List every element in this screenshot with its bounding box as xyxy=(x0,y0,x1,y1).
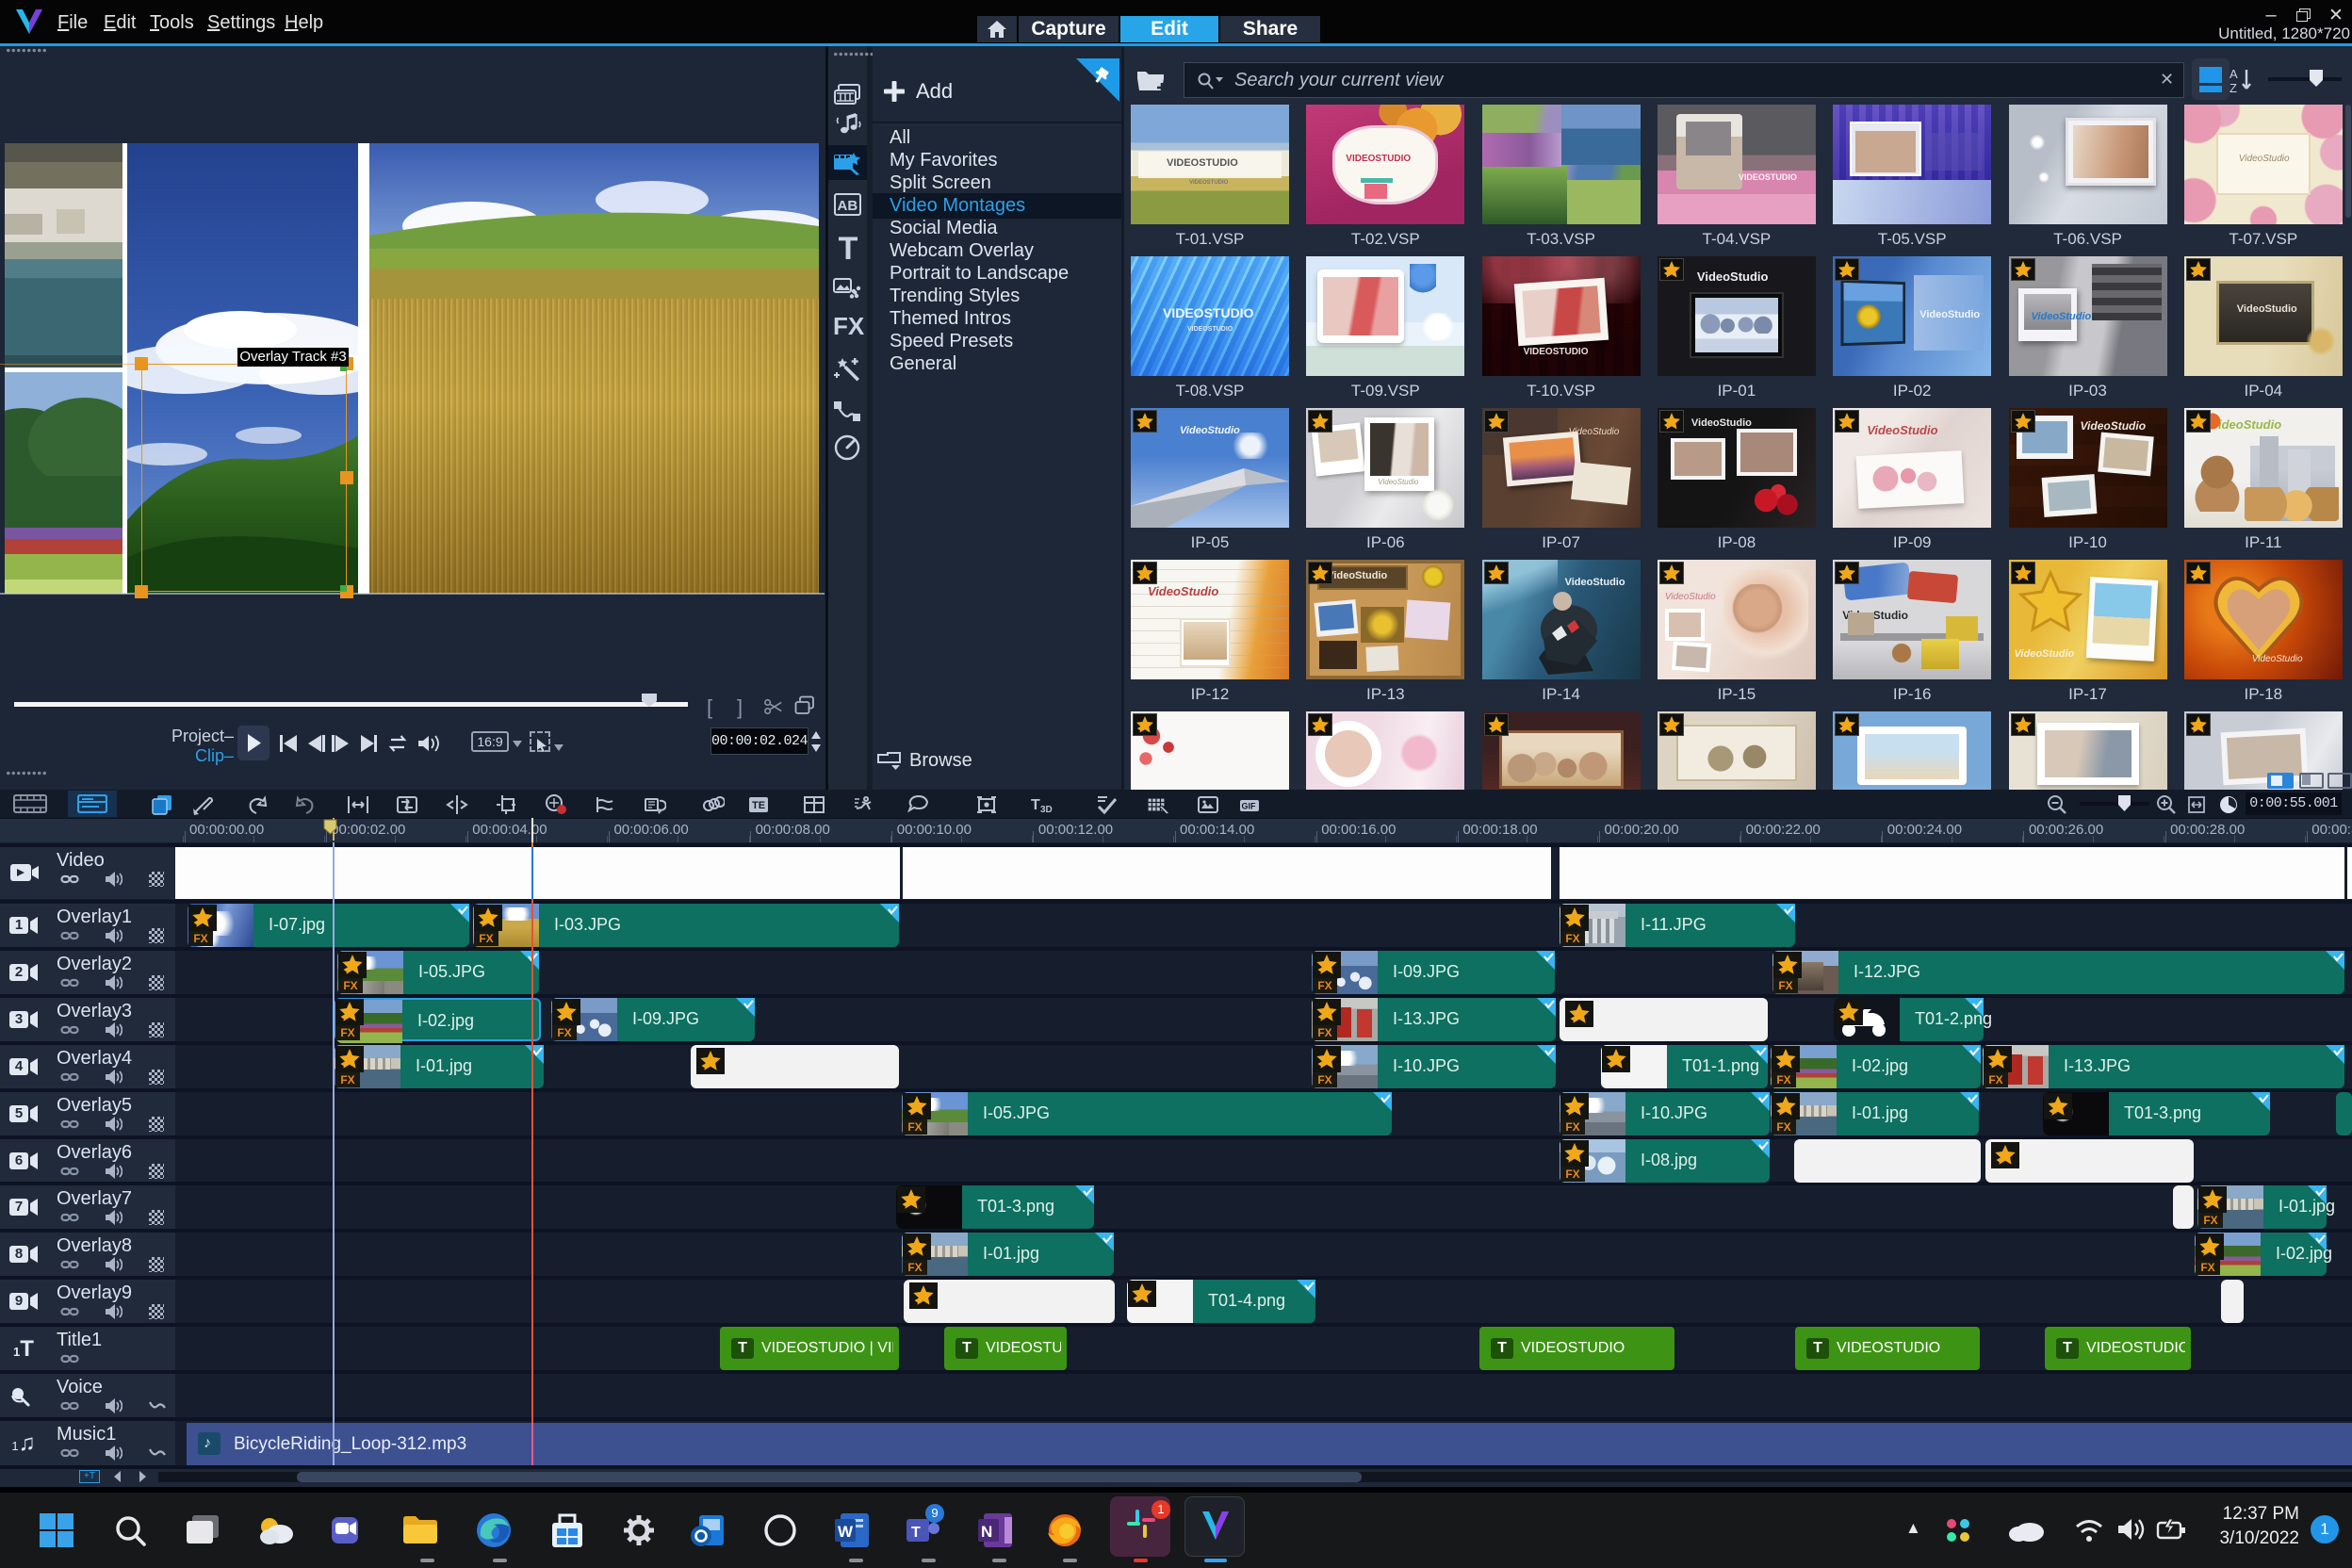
svg-text:Z: Z xyxy=(2230,81,2237,94)
svg-text:T: T xyxy=(911,1525,921,1541)
svg-text:N: N xyxy=(981,1523,992,1541)
svg-text:A: A xyxy=(2230,67,2238,81)
svg-text:AB: AB xyxy=(838,198,858,214)
svg-text:T: T xyxy=(1031,797,1040,813)
svg-text:W: W xyxy=(838,1523,854,1541)
svg-text:GIF: GIF xyxy=(1242,802,1257,811)
svg-text:TE: TE xyxy=(752,800,765,811)
svg-text:3D: 3D xyxy=(1040,805,1053,815)
